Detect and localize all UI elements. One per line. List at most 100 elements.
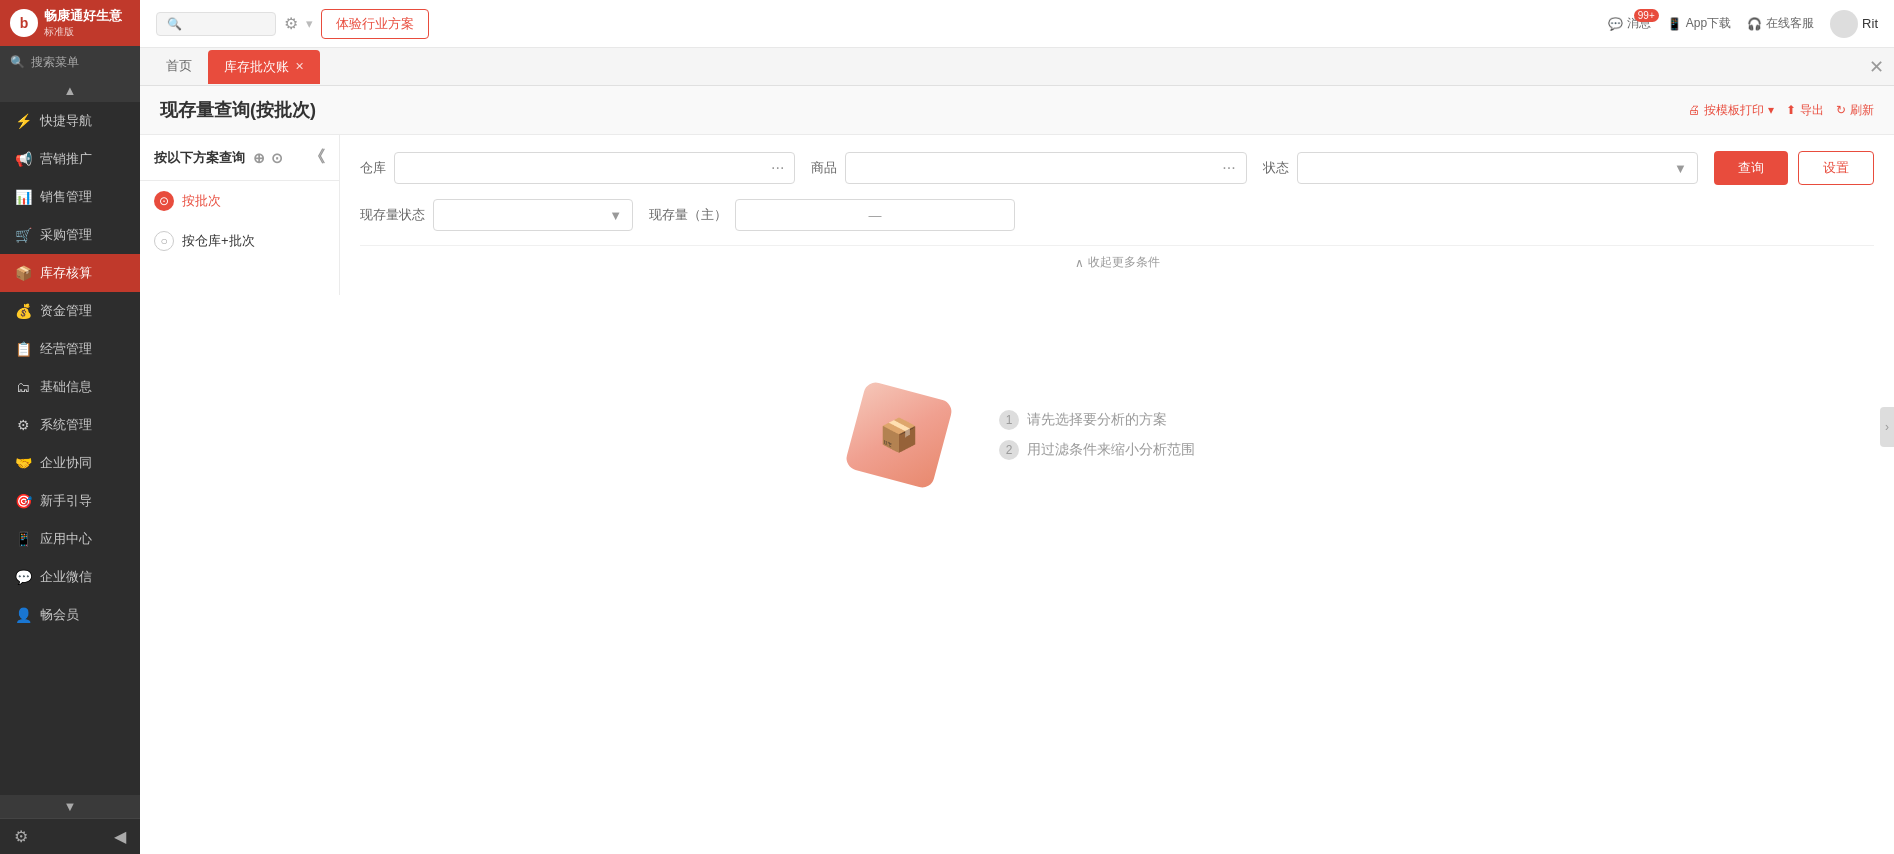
filter-row-2: 现存量状态 ▼ 现存量（主） —: [360, 199, 1874, 231]
page-header: 现存量查询(按批次) 🖨 按模板打印 ▾ ⬆ 导出 ↻ 刷新: [140, 86, 1894, 135]
page-header-actions: 🖨 按模板打印 ▾ ⬆ 导出 ↻ 刷新: [1688, 102, 1874, 119]
member-icon: 👤: [14, 606, 32, 624]
sidebar-item-member[interactable]: 👤 畅会员: [0, 596, 140, 634]
user-menu[interactable]: Rit: [1830, 10, 1878, 38]
inventory-quantity-filter: 现存量（主） —: [649, 199, 1015, 231]
sidebar-item-inventory[interactable]: 📦 库存核算: [0, 254, 140, 292]
main-area: 🔍 ⚙ ▾ 体验行业方案 💬 消息 99+ 📱 App下载 🎧 在线客服: [140, 0, 1894, 854]
newbie-icon: 🎯: [14, 492, 32, 510]
topbar-left: 🔍 ⚙ ▾ 体验行业方案: [156, 9, 1598, 39]
empty-illustration: 📦: [839, 375, 959, 495]
service-icon: 🎧: [1747, 17, 1762, 31]
quick-nav-icon: ⚡: [14, 112, 32, 130]
plan-item-by-warehouse-batch[interactable]: ○ 按仓库+批次: [140, 221, 339, 261]
inventory-status-select[interactable]: ▼: [433, 199, 633, 231]
sidebar-item-marketing[interactable]: 📢 营销推广: [0, 140, 140, 178]
tabbar: 首页 库存批次账 ✕ ✕: [140, 48, 1894, 86]
system-icon: ⚙: [14, 416, 32, 434]
sidebar-item-sales[interactable]: 📊 销售管理: [0, 178, 140, 216]
sidebar-item-purchase[interactable]: 🛒 采购管理: [0, 216, 140, 254]
sales-icon: 📊: [14, 188, 32, 206]
sidebar-item-basic[interactable]: 🗂 基础信息: [0, 368, 140, 406]
refresh-button[interactable]: ↻ 刷新: [1836, 102, 1874, 119]
marketing-icon: 📢: [14, 150, 32, 168]
empty-tips: 1 请先选择要分析的方案 2 用过滤条件来缩小分析范围: [999, 410, 1195, 460]
print-dropdown-icon: ▾: [1768, 103, 1774, 117]
warehouse-input[interactable]: ···: [394, 152, 795, 184]
sidebar: b 畅康通好生意 标准版 🔍 搜索菜单 ▲ ⚡ 快捷导航 📢 营销推广 📊 销售…: [0, 0, 140, 854]
inventory-icon: 📦: [14, 264, 32, 282]
sidebar-nav: ⚡ 快捷导航 📢 营销推广 📊 销售管理 🛒 采购管理 📦 库存核算 💰 资金管…: [0, 102, 140, 795]
page-content: 现存量查询(按批次) 🖨 按模板打印 ▾ ⬆ 导出 ↻ 刷新: [140, 86, 1894, 854]
search-icon: 🔍: [10, 55, 25, 69]
finance-icon: 💰: [14, 302, 32, 320]
tab-close-icon[interactable]: ✕: [295, 60, 304, 73]
warehouse-filter: 仓库 ···: [360, 152, 795, 184]
trial-button[interactable]: 体验行业方案: [321, 9, 429, 39]
sidebar-search[interactable]: 🔍 搜索菜单: [0, 46, 140, 79]
product-label: 商品: [811, 159, 837, 177]
sidebar-item-system[interactable]: ⚙ 系统管理: [0, 406, 140, 444]
inventory-quantity-from[interactable]: —: [735, 199, 1015, 231]
export-icon: ⬆: [1786, 103, 1796, 117]
topbar-right: 💬 消息 99+ 📱 App下载 🎧 在线客服 Rit: [1608, 10, 1878, 38]
plan-panel: 按以下方案查询 ⊕ ⊙ 《 ⊙ 按批次 ○ 按仓库+批次: [140, 135, 340, 295]
sidebar-item-collab[interactable]: 🤝 企业协同: [0, 444, 140, 482]
template-print-button[interactable]: 🖨 按模板打印 ▾: [1688, 102, 1774, 119]
app-download-button[interactable]: 📱 App下载: [1667, 15, 1731, 32]
plan-collapse-icon[interactable]: 《: [309, 147, 325, 168]
operation-icon: 📋: [14, 340, 32, 358]
print-icon: 🖨: [1688, 103, 1700, 117]
basic-icon: 🗂: [14, 378, 32, 396]
filter-right: 仓库 ··· 商品 ··· 状态: [340, 135, 1894, 295]
plan-header-label: 按以下方案查询: [154, 149, 245, 167]
inventory-status-label: 现存量状态: [360, 206, 425, 224]
tab-home[interactable]: 首页: [150, 49, 208, 85]
topbar: 🔍 ⚙ ▾ 体验行业方案 💬 消息 99+ 📱 App下载 🎧 在线客服: [140, 0, 1894, 48]
service-button[interactable]: 🎧 在线客服: [1747, 15, 1814, 32]
status-filter: 状态 ▼: [1263, 152, 1698, 184]
sidebar-item-quick-nav[interactable]: ⚡ 快捷导航: [0, 102, 140, 140]
filter-section: 按以下方案查询 ⊕ ⊙ 《 ⊙ 按批次 ○ 按仓库+批次: [140, 135, 1894, 295]
plan-item-by-batch[interactable]: ⊙ 按批次: [140, 181, 339, 221]
status-label: 状态: [1263, 159, 1289, 177]
plan-item-icon-wh-batch: ○: [154, 231, 174, 251]
range-dash: —: [869, 208, 882, 223]
sidebar-item-wechat[interactable]: 💬 企业微信: [0, 558, 140, 596]
app-title: 畅康通好生意 标准版: [44, 8, 122, 38]
collapse-icon[interactable]: ◀: [114, 827, 126, 846]
right-panel-collapse[interactable]: ›: [1880, 407, 1894, 447]
plan-item-icon-batch: ⊙: [154, 191, 174, 211]
panel-close-icon[interactable]: ✕: [1869, 56, 1884, 78]
product-input[interactable]: ···: [845, 152, 1246, 184]
wechat-icon: 💬: [14, 568, 32, 586]
filter-collapse-btn[interactable]: ∧ 收起更多条件: [360, 245, 1874, 279]
settings-icon[interactable]: ⚙: [14, 827, 28, 846]
plan-add-icon[interactable]: ⊕: [253, 150, 265, 166]
empty-tip-1: 1 请先选择要分析的方案: [999, 410, 1195, 430]
tab-inventory-batch[interactable]: 库存批次账 ✕: [208, 50, 320, 84]
sidebar-scroll-down[interactable]: ▼: [0, 795, 140, 818]
sidebar-scroll-up[interactable]: ▲: [0, 79, 140, 102]
query-button[interactable]: 查询: [1714, 151, 1788, 185]
warehouse-dots-icon[interactable]: ···: [771, 159, 784, 177]
sidebar-item-newbie[interactable]: 🎯 新手引导: [0, 482, 140, 520]
collapse-up-icon: ∧: [1075, 256, 1084, 270]
message-button[interactable]: 💬 消息 99+: [1608, 15, 1651, 32]
filter-row-1: 仓库 ··· 商品 ··· 状态: [360, 151, 1874, 185]
settings-button[interactable]: 设置: [1798, 151, 1874, 185]
topbar-search-icon: 🔍: [167, 17, 182, 31]
sidebar-item-app-center[interactable]: 📱 应用中心: [0, 520, 140, 558]
plan-panel-header: 按以下方案查询 ⊕ ⊙ 《: [140, 135, 339, 181]
topbar-search[interactable]: 🔍: [156, 12, 276, 36]
plan-settings-icon[interactable]: ⊙: [271, 150, 283, 166]
sidebar-footer: ⚙ ◀: [0, 818, 140, 854]
sidebar-item-operation[interactable]: 📋 经营管理: [0, 330, 140, 368]
warehouse-label: 仓库: [360, 159, 386, 177]
inventory-quantity-label: 现存量（主）: [649, 206, 727, 224]
status-select[interactable]: ▼: [1297, 152, 1698, 184]
sidebar-item-finance[interactable]: 💰 资金管理: [0, 292, 140, 330]
export-button[interactable]: ⬆ 导出: [1786, 102, 1824, 119]
product-dots-icon[interactable]: ···: [1222, 159, 1235, 177]
topbar-settings-icon[interactable]: ⚙: [284, 14, 298, 33]
